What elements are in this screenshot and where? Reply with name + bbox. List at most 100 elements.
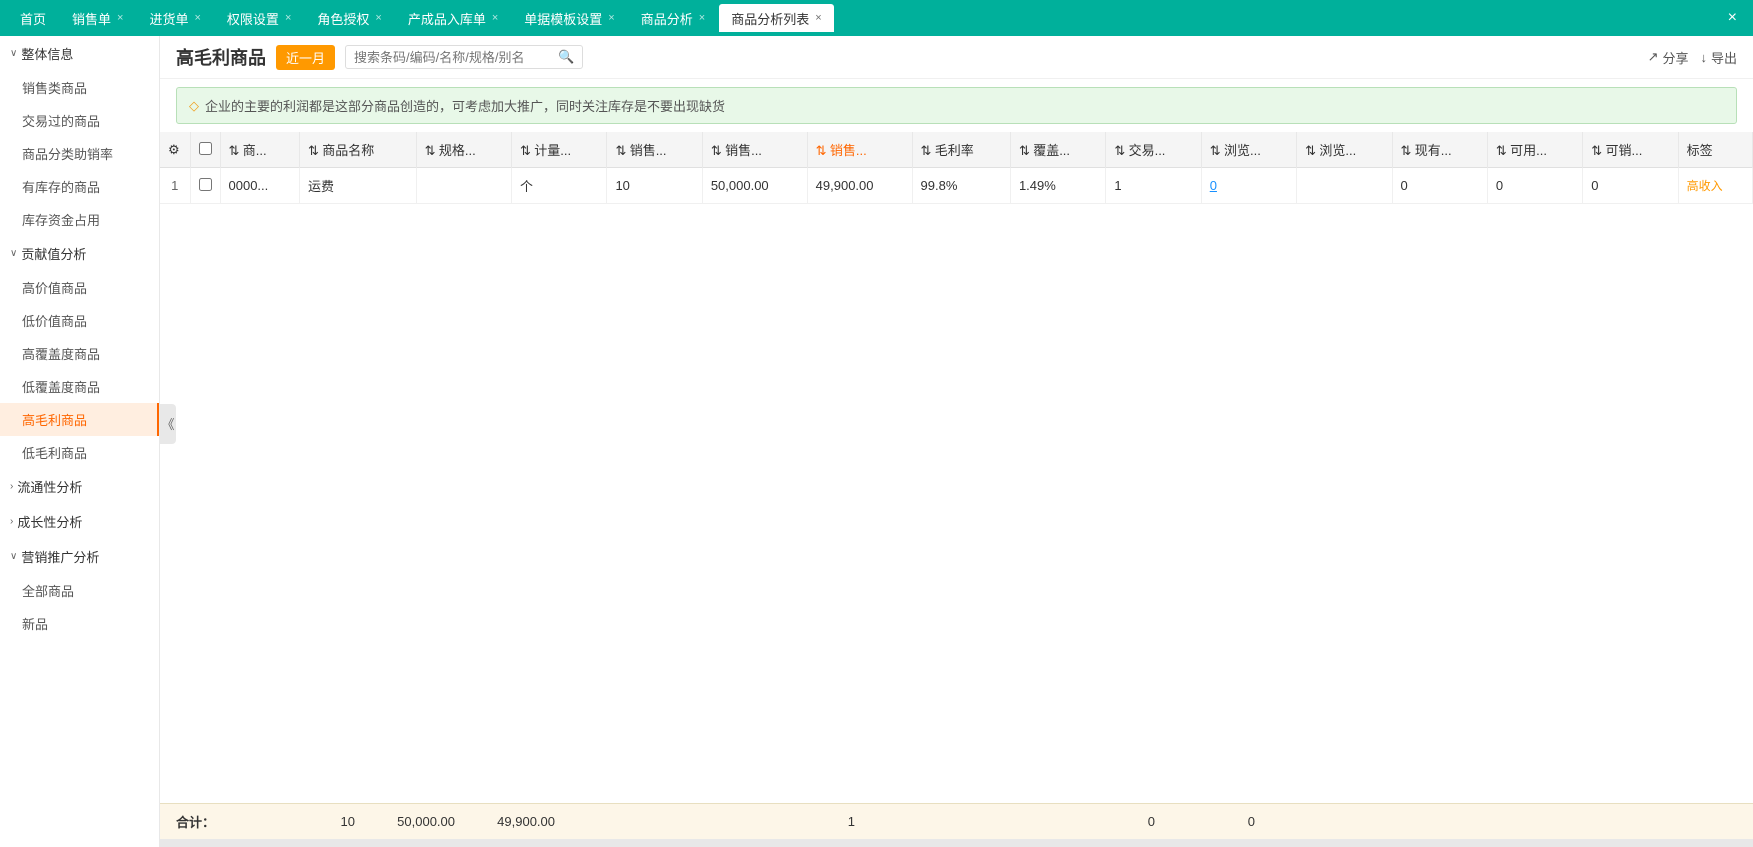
row-gross-margin: 99.8% [912, 168, 1010, 204]
col-browse2: ⇅ 浏览... [1297, 132, 1392, 168]
sidebar-item-traded-goods[interactable]: 交易过的商品 [0, 104, 159, 137]
browse1-link[interactable]: 0 [1210, 178, 1217, 193]
content-header: 高毛利商品 近一月 🔍 ↗ 分享 ↓ 导出 [160, 36, 1753, 79]
product-table: ⚙ ⇅ 商... ⇅ 商品名称 [160, 132, 1753, 204]
col-coverage: ⇅ 覆盖... [1010, 132, 1105, 168]
search-icon[interactable]: 🔍 [558, 49, 574, 65]
sidebar-item-low-margin[interactable]: 低毛利商品 [0, 436, 159, 469]
sidebar-item-high-margin-label: 高毛利商品 [22, 413, 87, 428]
tab-purchase-close[interactable]: × [194, 12, 200, 24]
row-browse2 [1297, 168, 1392, 204]
sidebar-item-high-coverage[interactable]: 高覆盖度商品 [0, 337, 159, 370]
tab-product-inbound[interactable]: 产成品入库单 × [396, 4, 510, 32]
tab-purchase-label: 进货单 [149, 9, 188, 28]
col-name: ⇅ 商品名称 [300, 132, 417, 168]
col-code-label: 商... [243, 143, 267, 158]
tab-role-label: 角色授权 [317, 9, 369, 28]
tab-product-analysis-list-close[interactable]: × [815, 12, 821, 24]
table-header-row: ⚙ ⇅ 商... ⇅ 商品名称 [160, 132, 1753, 168]
select-all-checkbox[interactable] [199, 142, 212, 155]
col-spec: ⇅ 规格... [416, 132, 511, 168]
col-browse1: ⇅ 浏览... [1201, 132, 1296, 168]
sidebar-item-low-value[interactable]: 低价值商品 [0, 304, 159, 337]
tab-permission-close[interactable]: × [285, 12, 291, 24]
tab-product-inbound-close[interactable]: × [492, 12, 498, 24]
growth-arrow-icon: › [10, 516, 13, 527]
col-transaction: ⇅ 交易... [1106, 132, 1201, 168]
row-checkbox-cell [190, 168, 220, 204]
col-tag-label: 标签 [1687, 143, 1713, 158]
sidebar-item-new-goods[interactable]: 新品 [0, 607, 159, 640]
table-row: 1 0000... 运费 个 10 50,000.00 49,900.00 99… [160, 168, 1753, 204]
sidebar-item-low-coverage-label: 低覆盖度商品 [22, 380, 100, 395]
tab-role[interactable]: 角色授权 × [305, 4, 393, 32]
sidebar-group-liquidity[interactable]: › 流通性分析 [0, 469, 159, 504]
search-input[interactable] [354, 50, 554, 65]
footer-current-stock: 0 [1075, 814, 1155, 829]
overview-arrow-icon: ∨ [10, 48, 17, 59]
export-button[interactable]: ↓ 导出 [1700, 48, 1737, 67]
col-name-sort-icon: ⇅ [308, 143, 319, 158]
collapse-sidebar-button[interactable]: 《 [160, 404, 176, 444]
sidebar-item-high-margin[interactable]: 高毛利商品 [0, 403, 159, 436]
main-layout: ∨ 整体信息 销售类商品 交易过的商品 商品分类助销率 有库存的商品 库存资金占… [0, 36, 1753, 847]
row-checkbox[interactable] [199, 178, 212, 191]
sidebar-item-all-goods-label: 全部商品 [22, 584, 74, 599]
horizontal-scrollbar[interactable] [160, 839, 1753, 847]
col-gross-margin-sort-icon: ⇅ [921, 143, 932, 158]
row-transaction: 1 [1106, 168, 1201, 204]
sidebar-group-growth[interactable]: › 成长性分析 [0, 504, 159, 539]
col-browse2-label: 浏览... [1319, 143, 1356, 158]
share-label: 分享 [1662, 48, 1688, 67]
tab-sales-label: 销售单 [72, 9, 111, 28]
sidebar-item-sales-goods[interactable]: 销售类商品 [0, 71, 159, 104]
tab-template-close[interactable]: × [608, 12, 614, 24]
sidebar-item-all-goods[interactable]: 全部商品 [0, 574, 159, 607]
footer-available-stock: 0 [1175, 814, 1255, 829]
col-coverage-label: 覆盖... [1033, 143, 1070, 158]
col-tag: 标签 [1678, 132, 1752, 168]
search-box: 🔍 [345, 45, 583, 69]
sidebar-item-low-margin-label: 低毛利商品 [22, 446, 87, 461]
row-spec [416, 168, 511, 204]
sidebar-group-overview[interactable]: ∨ 整体信息 [0, 36, 159, 71]
share-button[interactable]: ↗ 分享 [1648, 48, 1689, 67]
row-code: 0000... [220, 168, 300, 204]
footer-sales-amount: 50,000.00 [375, 814, 455, 829]
close-all-button[interactable]: × [1720, 9, 1745, 27]
tab-sales-close[interactable]: × [117, 12, 123, 24]
tab-home[interactable]: 首页 [8, 4, 58, 32]
col-coverage-sort-icon: ⇅ [1019, 143, 1030, 158]
share-icon: ↗ [1648, 49, 1659, 65]
tab-product-analysis-list[interactable]: 商品分析列表 × [719, 4, 833, 32]
tab-product-analysis[interactable]: 商品分析 × [629, 4, 717, 32]
sidebar-item-high-value[interactable]: 高价值商品 [0, 271, 159, 304]
tab-template[interactable]: 单据模板设置 × [512, 4, 626, 32]
sidebar-item-new-goods-label: 新品 [22, 617, 48, 632]
sidebar-item-low-coverage[interactable]: 低覆盖度商品 [0, 370, 159, 403]
col-sellable-stock-label: 可销... [1606, 143, 1643, 158]
tab-product-inbound-label: 产成品入库单 [408, 9, 486, 28]
tab-product-analysis-close[interactable]: × [699, 12, 705, 24]
tab-purchase[interactable]: 进货单 × [137, 4, 212, 32]
tab-permission[interactable]: 权限设置 × [215, 4, 303, 32]
col-sales-amount-sort-icon: ⇅ [711, 143, 722, 158]
col-settings[interactable]: ⚙ [160, 132, 190, 168]
row-unit: 个 [512, 168, 607, 204]
sidebar-group-contribution[interactable]: ∨ 贡献值分析 [0, 236, 159, 271]
col-sales-qty: ⇅ 销售... [607, 132, 702, 168]
filter-recent-month-button[interactable]: 近一月 [276, 45, 335, 70]
sidebar-group-marketing[interactable]: ∨ 营销推广分析 [0, 539, 159, 574]
col-current-stock-label: 现有... [1415, 143, 1452, 158]
col-unit-sort-icon: ⇅ [520, 143, 531, 158]
marketing-arrow-icon: ∨ [10, 551, 17, 562]
col-checkbox [190, 132, 220, 168]
tab-role-close[interactable]: × [375, 12, 381, 24]
col-sales-profit: ⇅ 销售... [807, 132, 912, 168]
sidebar-item-category-rate[interactable]: 商品分类助销率 [0, 137, 159, 170]
row-coverage: 1.49% [1010, 168, 1105, 204]
sidebar-item-stock-funds[interactable]: 库存资金占用 [0, 203, 159, 236]
tab-sales[interactable]: 销售单 × [60, 4, 135, 32]
sidebar-item-high-coverage-label: 高覆盖度商品 [22, 347, 100, 362]
sidebar-item-in-stock[interactable]: 有库存的商品 [0, 170, 159, 203]
